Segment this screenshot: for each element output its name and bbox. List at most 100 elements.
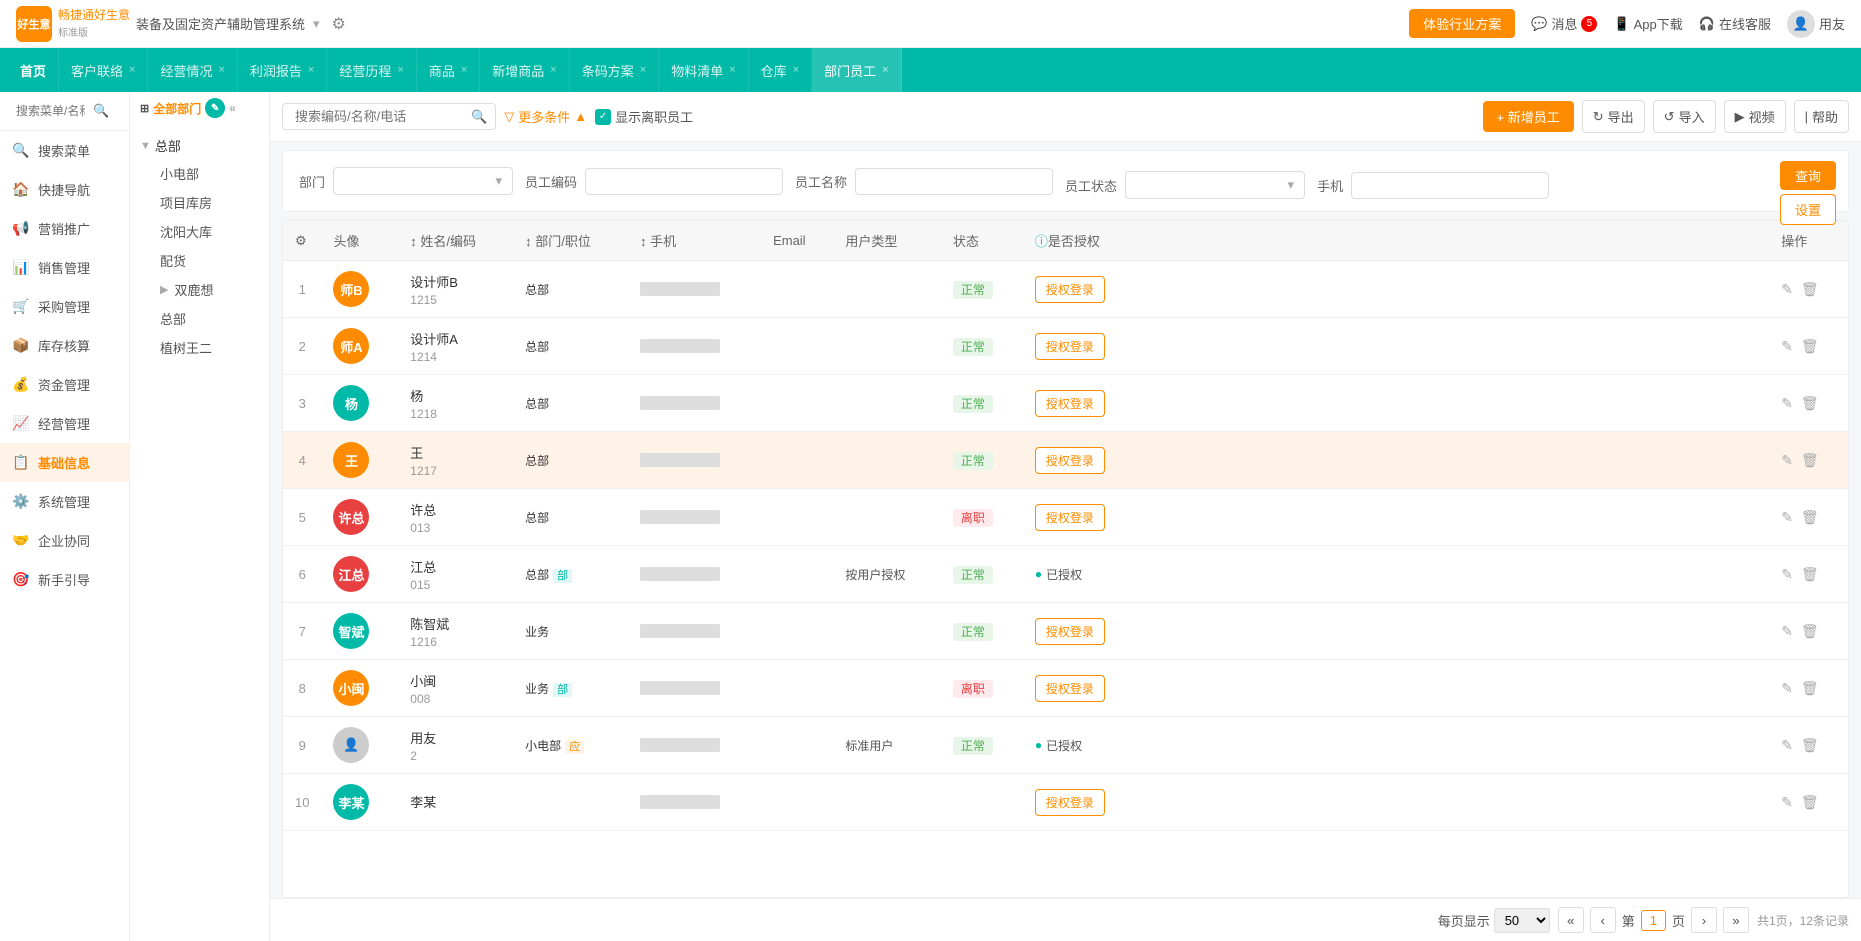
sidebar-item-finance[interactable]: 💰 资金管理 bbox=[0, 365, 129, 404]
cell-auth[interactable]: 授权登录 bbox=[1023, 774, 1143, 831]
filter-search-button[interactable]: 查询 bbox=[1780, 161, 1836, 190]
search-input[interactable] bbox=[291, 104, 471, 129]
sidebar-item-business[interactable]: 📈 经营管理 bbox=[0, 404, 129, 443]
edit-icon[interactable]: ✎ bbox=[1781, 566, 1793, 583]
delete-icon[interactable]: 🗑 bbox=[1801, 623, 1819, 640]
nav-tab-bom[interactable]: 物料清单 × bbox=[659, 48, 748, 92]
cell-auth[interactable]: 授权登录 bbox=[1023, 660, 1143, 717]
dept-node-hq[interactable]: 总部 bbox=[140, 304, 269, 333]
edit-icon[interactable]: ✎ bbox=[1781, 509, 1793, 526]
auth-button[interactable]: 授权登录 bbox=[1035, 789, 1105, 816]
delete-icon[interactable]: 🗑 bbox=[1801, 452, 1819, 469]
sidebar-item-nav[interactable]: 🏠 快捷导航 bbox=[0, 170, 129, 209]
empstatus-filter-select[interactable]: ▾ bbox=[1125, 171, 1305, 199]
dept-node-xdept[interactable]: 小电部 bbox=[140, 159, 269, 188]
close-icon[interactable]: × bbox=[461, 64, 467, 76]
gear-icon[interactable]: ⚙ bbox=[332, 14, 346, 34]
sidebar-item-sales[interactable]: 📊 销售管理 bbox=[0, 248, 129, 287]
sidebar-item-inventory[interactable]: 📦 库存核算 bbox=[0, 326, 129, 365]
collapse-icon[interactable]: « bbox=[229, 101, 236, 115]
delete-icon[interactable]: 🗑 bbox=[1801, 338, 1819, 355]
first-page-button[interactable]: « bbox=[1558, 907, 1584, 933]
dept-node-zhishu[interactable]: 植树王二 bbox=[140, 333, 269, 362]
delete-icon[interactable]: 🗑 bbox=[1801, 509, 1819, 526]
cell-auth[interactable]: 授权登录 bbox=[1023, 318, 1143, 375]
user-menu-button[interactable]: 👤 用友 bbox=[1787, 10, 1845, 38]
nav-tab-warehouse[interactable]: 仓库 × bbox=[749, 48, 812, 92]
col-settings[interactable]: ⚙ bbox=[283, 221, 321, 261]
per-page-select[interactable]: 50 100 200 bbox=[1494, 908, 1550, 933]
delete-icon[interactable]: 🗑 bbox=[1801, 395, 1819, 412]
sidebar-item-collab[interactable]: 🤝 企业协同 bbox=[0, 521, 129, 560]
nav-tab-operation[interactable]: 经营情况 × bbox=[148, 48, 237, 92]
cell-auth[interactable]: 授权登录 bbox=[1023, 375, 1143, 432]
close-icon[interactable]: × bbox=[218, 64, 224, 76]
close-icon[interactable]: × bbox=[729, 64, 735, 76]
import-button[interactable]: ↺ 导入 bbox=[1653, 100, 1716, 133]
delete-icon[interactable]: 🗑 bbox=[1801, 281, 1819, 298]
nav-tab-add-goods[interactable]: 新增商品 × bbox=[480, 48, 569, 92]
edit-icon[interactable]: ✎ bbox=[1781, 281, 1793, 298]
auth-button[interactable]: 授权登录 bbox=[1035, 675, 1105, 702]
close-icon[interactable]: × bbox=[882, 64, 888, 76]
nav-tab-goods[interactable]: 商品 × bbox=[417, 48, 480, 92]
nav-tab-history[interactable]: 经营历程 × bbox=[327, 48, 416, 92]
delete-icon[interactable]: 🗑 bbox=[1801, 794, 1819, 811]
sidebar-search-input[interactable] bbox=[8, 100, 93, 122]
delete-icon[interactable]: 🗑 bbox=[1801, 737, 1819, 754]
delete-icon[interactable]: 🗑 bbox=[1801, 680, 1819, 697]
sidebar-item-system[interactable]: ⚙️ 系统管理 bbox=[0, 482, 129, 521]
cell-auth[interactable]: 授权登录 bbox=[1023, 432, 1143, 489]
edit-icon[interactable]: ✎ bbox=[1781, 680, 1793, 697]
app-download-button[interactable]: 📱 App下载 bbox=[1613, 14, 1682, 33]
cell-auth[interactable]: 授权登录 bbox=[1023, 603, 1143, 660]
trial-button[interactable]: 体验行业方案 bbox=[1409, 9, 1515, 38]
sidebar-item-search[interactable]: 🔍 搜索菜单 bbox=[0, 131, 129, 170]
col-phone[interactable]: ↕ 手机 bbox=[628, 221, 761, 261]
sidebar-item-basic[interactable]: 📋 基础信息 bbox=[0, 443, 129, 482]
dropdown-arrow-icon[interactable]: ▾ bbox=[313, 16, 320, 32]
dept-node-headquarters-parent[interactable]: ▼ 总部 bbox=[130, 132, 269, 159]
col-dept-position[interactable]: ↕ 部门/职位 bbox=[513, 221, 628, 261]
nav-tab-department[interactable]: 部门员工 × bbox=[812, 48, 901, 92]
online-service-button[interactable]: 🎧 在线客服 bbox=[1699, 14, 1771, 33]
dept-node-shenyang[interactable]: 沈阳大库 bbox=[140, 217, 269, 246]
dept-filter-select[interactable]: ▾ bbox=[333, 167, 513, 195]
close-icon[interactable]: × bbox=[793, 64, 799, 76]
auth-button[interactable]: 授权登录 bbox=[1035, 333, 1105, 360]
help-button[interactable]: | 帮助 bbox=[1794, 100, 1849, 133]
col-name-code[interactable]: ↕ 姓名/编码 bbox=[398, 221, 513, 261]
export-button[interactable]: ↻ 导出 bbox=[1582, 100, 1645, 133]
show-resigned-toggle[interactable]: ✓ 显示离职员工 bbox=[595, 107, 693, 126]
nav-tab-profit[interactable]: 利润报告 × bbox=[238, 48, 327, 92]
filter-reset-button[interactable]: 设置 bbox=[1780, 194, 1836, 225]
nav-tab-barcode[interactable]: 条码方案 × bbox=[570, 48, 659, 92]
empcode-filter-input[interactable] bbox=[585, 168, 783, 195]
nav-tab-home[interactable]: 首页 bbox=[8, 48, 59, 92]
video-button[interactable]: ▶ 视频 bbox=[1724, 100, 1786, 133]
last-page-button[interactable]: » bbox=[1723, 907, 1749, 933]
close-icon[interactable]: × bbox=[129, 64, 135, 76]
message-button[interactable]: 💬 消息 5 bbox=[1531, 14, 1597, 33]
edit-icon[interactable]: ✎ bbox=[1781, 338, 1793, 355]
cell-auth[interactable]: 授权登录 bbox=[1023, 261, 1143, 318]
sidebar-item-purchase[interactable]: 🛒 采购管理 bbox=[0, 287, 129, 326]
auth-button[interactable]: 授权登录 bbox=[1035, 447, 1105, 474]
edit-icon[interactable]: ✎ bbox=[1781, 794, 1793, 811]
nav-tab-customer[interactable]: 客户联络 × bbox=[59, 48, 148, 92]
auth-button[interactable]: 授权登录 bbox=[1035, 390, 1105, 417]
sidebar-item-guide[interactable]: 🎯 新手引导 bbox=[0, 560, 129, 599]
dept-node-shuanglu[interactable]: ▶双鹿想 bbox=[140, 275, 269, 304]
sidebar-item-marketing[interactable]: 📢 营销推广 bbox=[0, 209, 129, 248]
auth-button[interactable]: 授权登录 bbox=[1035, 276, 1105, 303]
next-page-button[interactable]: › bbox=[1691, 907, 1717, 933]
prev-page-button[interactable]: ‹ bbox=[1590, 907, 1616, 933]
empname-filter-input[interactable] bbox=[855, 168, 1053, 195]
edit-icon[interactable]: ✎ bbox=[1781, 623, 1793, 640]
more-filter-button[interactable]: ▽ 更多条件 ▲ bbox=[504, 107, 587, 126]
cell-auth[interactable]: 授权登录 bbox=[1023, 489, 1143, 546]
close-icon[interactable]: × bbox=[640, 64, 646, 76]
dept-node-projroom[interactable]: 项目库房 bbox=[140, 188, 269, 217]
auth-button[interactable]: 授权登录 bbox=[1035, 504, 1105, 531]
close-icon[interactable]: × bbox=[550, 64, 556, 76]
